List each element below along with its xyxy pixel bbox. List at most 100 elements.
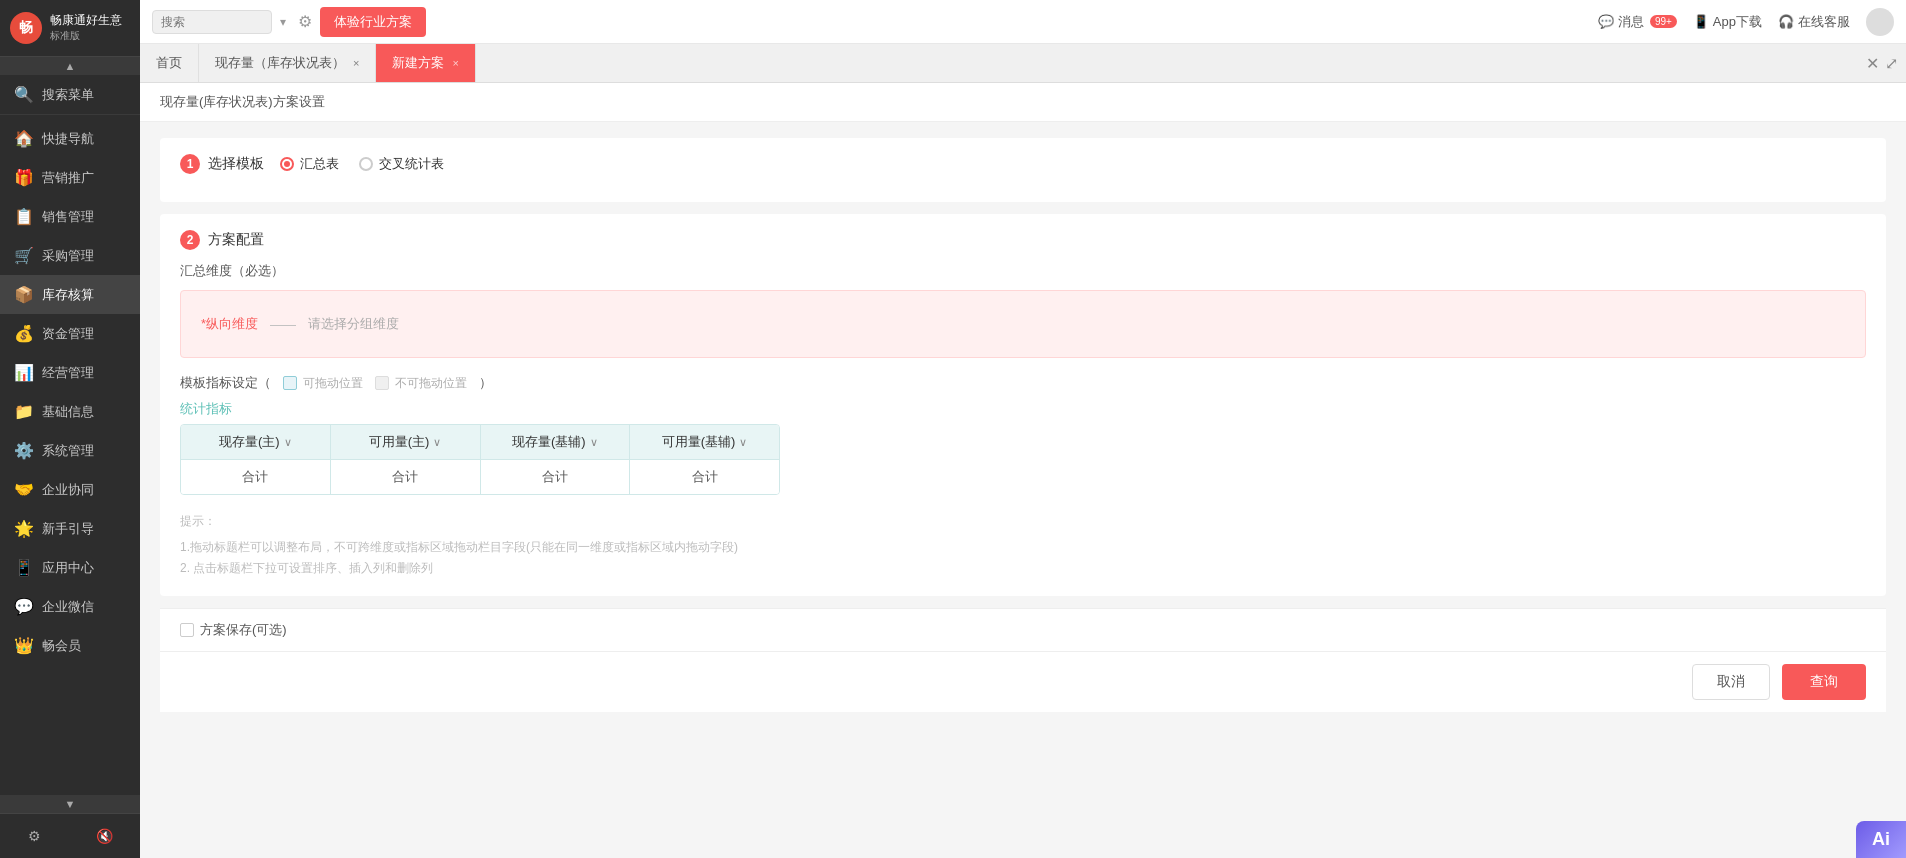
trial-btn[interactable]: 体验行业方案 — [320, 7, 426, 37]
cancel-button[interactable]: 取消 — [1692, 664, 1770, 700]
tab-bar-close-icon[interactable]: ✕ — [1866, 54, 1879, 73]
stats-cell-1: 合计 — [331, 460, 481, 494]
sidebar-item-wechat[interactable]: 💬 企业微信 — [0, 587, 140, 626]
sidebar-item-inventory[interactable]: 📦 库存核算 — [0, 275, 140, 314]
dimension-required-label: *纵向维度 — [201, 315, 258, 333]
topbar-gear-icon[interactable]: ⚙ — [298, 12, 312, 31]
sidebar-item-marketing[interactable]: 🎁 营销推广 — [0, 158, 140, 197]
sidebar-item-quick-nav[interactable]: 🏠 快捷导航 — [0, 119, 140, 158]
topbar-message[interactable]: 💬 消息 99+ — [1598, 13, 1677, 31]
step2-number: 2 — [180, 230, 200, 250]
dimension-hint: 请选择分组维度 — [308, 315, 399, 333]
sidebar: 畅 畅康通好生意 标准版 ▲ 🔍 搜索菜单 🏠 快捷导航 🎁 营销推广 📋 销售… — [0, 0, 140, 858]
sidebar-scroll-down[interactable]: ▼ — [0, 795, 140, 813]
tab-close-new-scheme-icon[interactable]: × — [452, 57, 458, 69]
sidebar-search[interactable]: 🔍 搜索菜单 — [0, 75, 140, 115]
col-2-chevron-icon[interactable]: ∨ — [590, 436, 598, 449]
tab-bar-expand-icon[interactable]: ⤢ — [1885, 54, 1898, 73]
save-checkbox-box[interactable] — [180, 623, 194, 637]
sidebar-item-cooperation[interactable]: 🤝 企业协同 — [0, 470, 140, 509]
col-0-chevron-icon[interactable]: ∨ — [284, 436, 292, 449]
tab-bar: 首页 现存量（库存状况表） × 新建方案 × ✕ ⤢ — [140, 44, 1906, 83]
logo-text: 畅康通好生意 标准版 — [50, 13, 122, 43]
step1-number: 1 — [180, 154, 200, 174]
dimension-area[interactable]: *纵向维度 —— 请选择分组维度 — [180, 290, 1866, 358]
stats-table-row-0: 合计 合计 合计 合计 — [181, 459, 779, 494]
sidebar-item-purchase[interactable]: 🛒 采购管理 — [0, 236, 140, 275]
handshake-icon: 🤝 — [14, 480, 34, 499]
sidebar-item-finance[interactable]: 💰 资金管理 — [0, 314, 140, 353]
money-icon: 💰 — [14, 324, 34, 343]
stats-col-3[interactable]: 可用量(基辅) ∨ — [630, 425, 779, 459]
sidebar-scroll-up[interactable]: ▲ — [0, 57, 140, 75]
tab-inventory-status[interactable]: 现存量（库存状况表） × — [199, 44, 376, 82]
tab-close-inventory-icon[interactable]: × — [353, 57, 359, 69]
step2-label: 方案配置 — [208, 231, 264, 249]
sidebar-item-newbie[interactable]: 🌟 新手引导 — [0, 509, 140, 548]
ai-badge[interactable]: Ai — [1856, 821, 1906, 858]
hint-2: 2. 点击标题栏下拉可设置排序、插入列和删除列 — [180, 558, 1866, 580]
save-checkbox[interactable]: 方案保存(可选) — [180, 621, 287, 639]
cart-icon: 🛒 — [14, 246, 34, 265]
topbar-chevron-icon[interactable]: ▾ — [280, 15, 286, 29]
topbar-app-download[interactable]: 📱 App下载 — [1693, 13, 1762, 31]
page-header-title: 现存量(库存状况表)方案设置 — [140, 83, 1906, 122]
radio-cross[interactable]: 交叉统计表 — [359, 155, 444, 173]
folder-icon: 📁 — [14, 402, 34, 421]
message-badge: 99+ — [1650, 15, 1677, 28]
col-3-chevron-icon[interactable]: ∨ — [739, 436, 747, 449]
stats-cell-3: 合计 — [630, 460, 779, 494]
search-icon: 🔍 — [14, 85, 34, 104]
tab-home[interactable]: 首页 — [140, 44, 199, 82]
main-area: ▾ ⚙ 体验行业方案 💬 消息 99+ 📱 App下载 🎧 在线客服 首页 — [140, 0, 1906, 858]
hint-1: 1.拖动标题栏可以调整布局，不可跨维度或指标区域拖动栏目字段(只能在同一维度或指… — [180, 537, 1866, 559]
sidebar-nav: 🏠 快捷导航 🎁 营销推广 📋 销售管理 🛒 采购管理 📦 库存核算 💰 资金管… — [0, 115, 140, 795]
topbar-search-input[interactable] — [152, 10, 272, 34]
crown-icon: 👑 — [14, 636, 34, 655]
legend-fixed: 不可拖动位置 — [375, 375, 467, 392]
sidebar-item-base-info[interactable]: 📁 基础信息 — [0, 392, 140, 431]
clipboard-icon: 📋 — [14, 207, 34, 226]
radio-summary[interactable]: 汇总表 — [280, 155, 339, 173]
radio-cross-circle — [359, 157, 373, 171]
stats-table-header: 现存量(主) ∨ 可用量(主) ∨ 现存量(基辅) ∨ 可用量(基辅) — [181, 425, 779, 459]
user-avatar[interactable] — [1866, 8, 1894, 36]
gift-icon: 🎁 — [14, 168, 34, 187]
sidebar-settings-btn[interactable]: ⚙ — [18, 822, 51, 850]
stats-col-0[interactable]: 现存量(主) ∨ — [181, 425, 331, 459]
stats-col-1[interactable]: 可用量(主) ∨ — [331, 425, 481, 459]
home-icon: 🏠 — [14, 129, 34, 148]
col-1-chevron-icon[interactable]: ∨ — [433, 436, 441, 449]
stats-table: 现存量(主) ∨ 可用量(主) ∨ 现存量(基辅) ∨ 可用量(基辅) — [180, 424, 780, 495]
topbar-right: 💬 消息 99+ 📱 App下载 🎧 在线客服 — [1598, 8, 1894, 36]
chat-icon: 💬 — [14, 597, 34, 616]
tab-new-scheme[interactable]: 新建方案 × — [376, 44, 475, 82]
sidebar-item-system[interactable]: ⚙️ 系统管理 — [0, 431, 140, 470]
topbar: ▾ ⚙ 体验行业方案 💬 消息 99+ 📱 App下载 🎧 在线客服 — [140, 0, 1906, 44]
step2-panel: 2 方案配置 汇总维度（必选） *纵向维度 —— 请选择分组维度 模板指标设定（… — [160, 214, 1886, 596]
sidebar-item-member[interactable]: 👑 畅会员 — [0, 626, 140, 665]
hints-area: 提示： 1.拖动标题栏可以调整布局，不可跨维度或指标区域拖动栏目字段(只能在同一… — [180, 511, 1866, 580]
stats-cell-0: 合计 — [181, 460, 331, 494]
box-icon: 📦 — [14, 285, 34, 304]
logo-icon: 畅 — [10, 12, 42, 44]
sidebar-sound-btn[interactable]: 🔇 — [86, 822, 123, 850]
query-button[interactable]: 查询 — [1782, 664, 1866, 700]
sidebar-item-app-center[interactable]: 📱 应用中心 — [0, 548, 140, 587]
star-icon: 🌟 — [14, 519, 34, 538]
fixed-legend-box — [375, 376, 389, 390]
chart-icon: 📊 — [14, 363, 34, 382]
stats-section-label: 统计指标 — [180, 400, 1866, 418]
sidebar-item-operations[interactable]: 📊 经营管理 — [0, 353, 140, 392]
phone-icon: 📱 — [14, 558, 34, 577]
content-area: 1 选择模板 汇总表 交叉统计表 2 方案配置 — [140, 122, 1906, 858]
dimension-dash: —— — [270, 317, 296, 332]
step1-panel: 1 选择模板 汇总表 交叉统计表 — [160, 138, 1886, 202]
indicators-label-row: 模板指标设定（ 可拖动位置 不可拖动位置 ） — [180, 374, 1866, 392]
stats-col-2[interactable]: 现存量(基辅) ∨ — [481, 425, 631, 459]
sidebar-item-sales[interactable]: 📋 销售管理 — [0, 197, 140, 236]
topbar-online-service[interactable]: 🎧 在线客服 — [1778, 13, 1850, 31]
footer-actions: 取消 查询 — [160, 651, 1886, 712]
settings-icon: ⚙️ — [14, 441, 34, 460]
app-logo: 畅 畅康通好生意 标准版 — [0, 0, 140, 57]
